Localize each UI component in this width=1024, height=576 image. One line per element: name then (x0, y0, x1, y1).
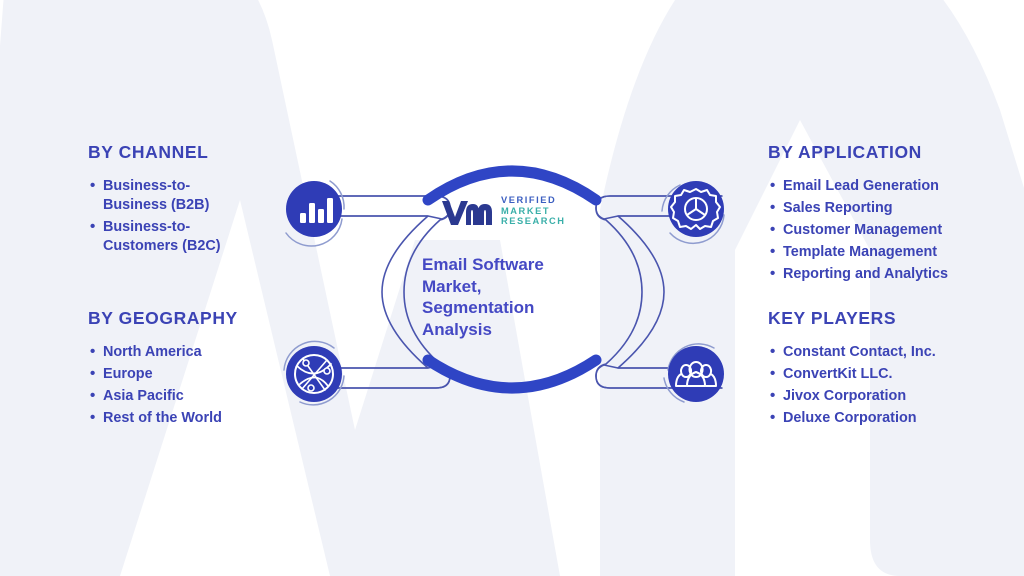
list-item: Jivox Corporation (768, 386, 936, 406)
section-icon-key-players (650, 330, 742, 422)
section-list-key-players: Constant Contact, Inc. ConvertKit LLC. J… (768, 342, 936, 428)
section-list-geography: North America Europe Asia Pacific Rest o… (88, 342, 238, 428)
section-block-channel: BY CHANNEL Business-to-Business (B2B) Bu… (88, 142, 253, 259)
section-icon-geography (270, 330, 362, 422)
section-heading-geography: BY GEOGRAPHY (88, 308, 238, 328)
list-item: Email Lead Generation (768, 176, 948, 196)
brand-line-verified: VERIFIED (501, 194, 557, 205)
brand-logo: VERIFIED MARKET RESEARCH (440, 190, 582, 232)
page-title: Email Software Market, Segmentation Analysi… (422, 255, 544, 339)
section-list-channel: Business-to-Business (B2B) Business-to-C… (88, 176, 253, 256)
infographic-canvas: VERIFIED MARKET RESEARCH Email Software M… (0, 0, 1024, 576)
list-item: Template Management (768, 242, 948, 262)
brand-wordmark: VERIFIED MARKET RESEARCH (501, 195, 566, 228)
list-item: Sales Reporting (768, 198, 948, 218)
brand-line-market: MARKET (501, 205, 551, 216)
section-heading-key-players: KEY PLAYERS (768, 308, 897, 328)
list-item: Asia Pacific (88, 386, 238, 406)
list-item: Business-to-Business (B2B) (88, 176, 253, 215)
bar-chart-icon (285, 180, 345, 247)
list-item: ConvertKit LLC. (768, 364, 936, 384)
list-item: Rest of the World (88, 408, 238, 428)
section-heading-channel: BY CHANNEL (88, 142, 209, 162)
vmr-monogram-icon (442, 201, 492, 225)
section-list-application: Email Lead Generation Sales Reporting Cu… (768, 176, 948, 284)
list-item: Reporting and Analytics (768, 264, 948, 284)
people-group-icon (663, 343, 724, 403)
section-icon-channel (270, 165, 362, 257)
section-block-geography: BY GEOGRAPHY North America Europe Asia P… (88, 308, 238, 431)
section-block-application: BY APPLICATION Email Lead Generation Sal… (768, 142, 948, 287)
list-item: Europe (88, 364, 238, 384)
center-hub: VERIFIED MARKET RESEARCH Email Software M… (412, 148, 612, 408)
section-icon-application (650, 165, 742, 257)
section-heading-application: BY APPLICATION (768, 142, 922, 162)
section-block-key-players: KEY PLAYERS Constant Contact, Inc. Conve… (768, 308, 936, 431)
gear-icon (661, 181, 725, 245)
list-item: North America (88, 342, 238, 362)
list-item: Customer Management (768, 220, 948, 240)
list-item: Deluxe Corporation (768, 408, 936, 428)
list-item: Constant Contact, Inc. (768, 342, 936, 362)
globe-network-icon (283, 340, 345, 406)
brand-line-research: RESEARCH (501, 216, 566, 227)
list-item: Business-to-Customers (B2C) (88, 217, 253, 256)
